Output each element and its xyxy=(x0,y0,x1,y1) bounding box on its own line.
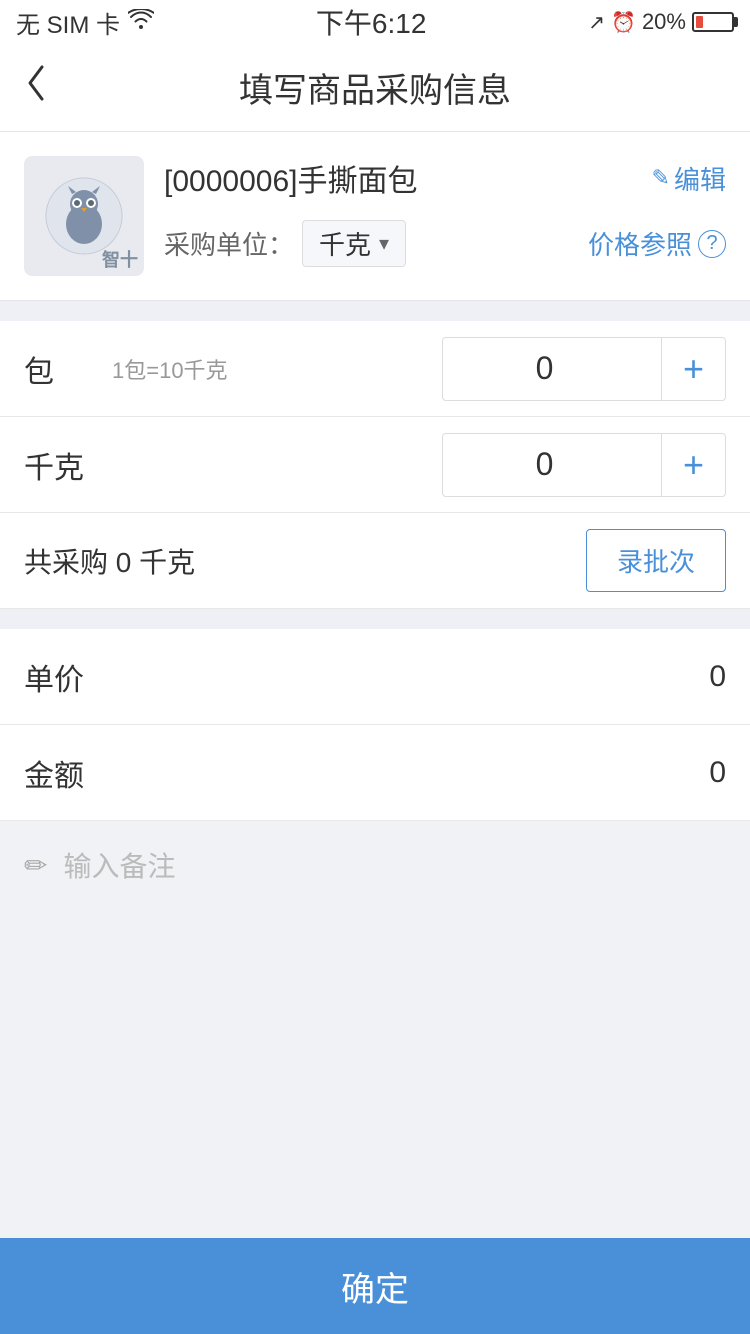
batch-button[interactable]: 录批次 xyxy=(586,529,726,592)
product-section: 智十 [0000006]手撕面包 ✎ 编辑 采购单位： 千克 ▾ xyxy=(0,132,750,301)
package-plus-button[interactable]: + xyxy=(662,337,726,401)
amount-value: 0 xyxy=(709,756,726,790)
amount-row: 金额 0 xyxy=(0,725,750,821)
kg-plus-button[interactable]: + xyxy=(662,433,726,497)
product-brand-label: 智十 xyxy=(102,246,138,272)
dropdown-icon: ▾ xyxy=(379,231,389,256)
help-icon[interactable]: ? xyxy=(698,230,726,258)
confirm-label: 确定 xyxy=(341,1262,409,1311)
page-title: 填写商品采购信息 xyxy=(239,63,511,112)
kg-label: 千克 xyxy=(24,443,104,487)
wifi-icon xyxy=(128,8,154,36)
product-info: [0000006]手撕面包 ✎ 编辑 采购单位： 千克 ▾ 价格参照 ? xyxy=(164,156,726,267)
summary-unit: 千克 xyxy=(139,547,195,578)
input-section: 包 1包=10千克 + 千克 + 共采购 0 千克 xyxy=(0,321,750,609)
confirm-button[interactable]: 确定 xyxy=(0,1238,750,1334)
package-input[interactable] xyxy=(442,337,662,401)
product-name: [0000006]手撕面包 xyxy=(164,156,417,200)
unit-selector[interactable]: 千克 ▾ xyxy=(302,220,406,267)
package-input-wrap: + xyxy=(442,337,726,401)
summary-text: 共采购 0 千克 xyxy=(24,541,195,581)
unit-label: 采购单位： xyxy=(164,225,294,262)
price-ref-button[interactable]: 价格参照 ? xyxy=(588,225,726,262)
pencil-icon: ✏ xyxy=(24,849,47,882)
status-time: 下午6:12 xyxy=(316,2,427,42)
status-bar: 无 SIM 卡 下午6:12 ↗ ⏰ 20% xyxy=(0,0,750,44)
empty-area xyxy=(0,909,750,1209)
notes-section[interactable]: ✏ 输入备注 xyxy=(0,821,750,909)
unit-price-value: 0 xyxy=(709,660,726,694)
divider-band-1 xyxy=(0,301,750,321)
unit-price-label: 单价 xyxy=(24,655,84,699)
alarm-icon: ⏰ xyxy=(611,10,636,35)
price-section: 单价 0 金额 0 xyxy=(0,629,750,821)
unit-price-row: 单价 0 xyxy=(0,629,750,725)
location-icon: ↗ xyxy=(588,10,605,35)
kg-input[interactable] xyxy=(442,433,662,497)
nav-bar: 填写商品采购信息 xyxy=(0,44,750,132)
notes-placeholder: 输入备注 xyxy=(63,845,175,885)
back-button[interactable] xyxy=(24,63,48,112)
summary-amount: 0 xyxy=(116,547,132,578)
product-thumbnail: 智十 xyxy=(24,156,144,276)
package-label: 包 xyxy=(24,347,104,391)
summary-row: 共采购 0 千克 录批次 xyxy=(0,513,750,609)
edit-button[interactable]: ✎ 编辑 xyxy=(652,160,726,197)
package-row: 包 1包=10千克 + xyxy=(0,321,750,417)
battery-percent: 20% xyxy=(642,9,686,35)
sim-text: 无 SIM 卡 xyxy=(16,5,120,40)
battery-icon xyxy=(692,12,734,32)
divider-band-2 xyxy=(0,609,750,629)
kg-row: 千克 + xyxy=(0,417,750,513)
kg-input-wrap: + xyxy=(442,433,726,497)
package-sublabel: 1包=10千克 xyxy=(112,353,442,385)
amount-label: 金额 xyxy=(24,751,84,795)
